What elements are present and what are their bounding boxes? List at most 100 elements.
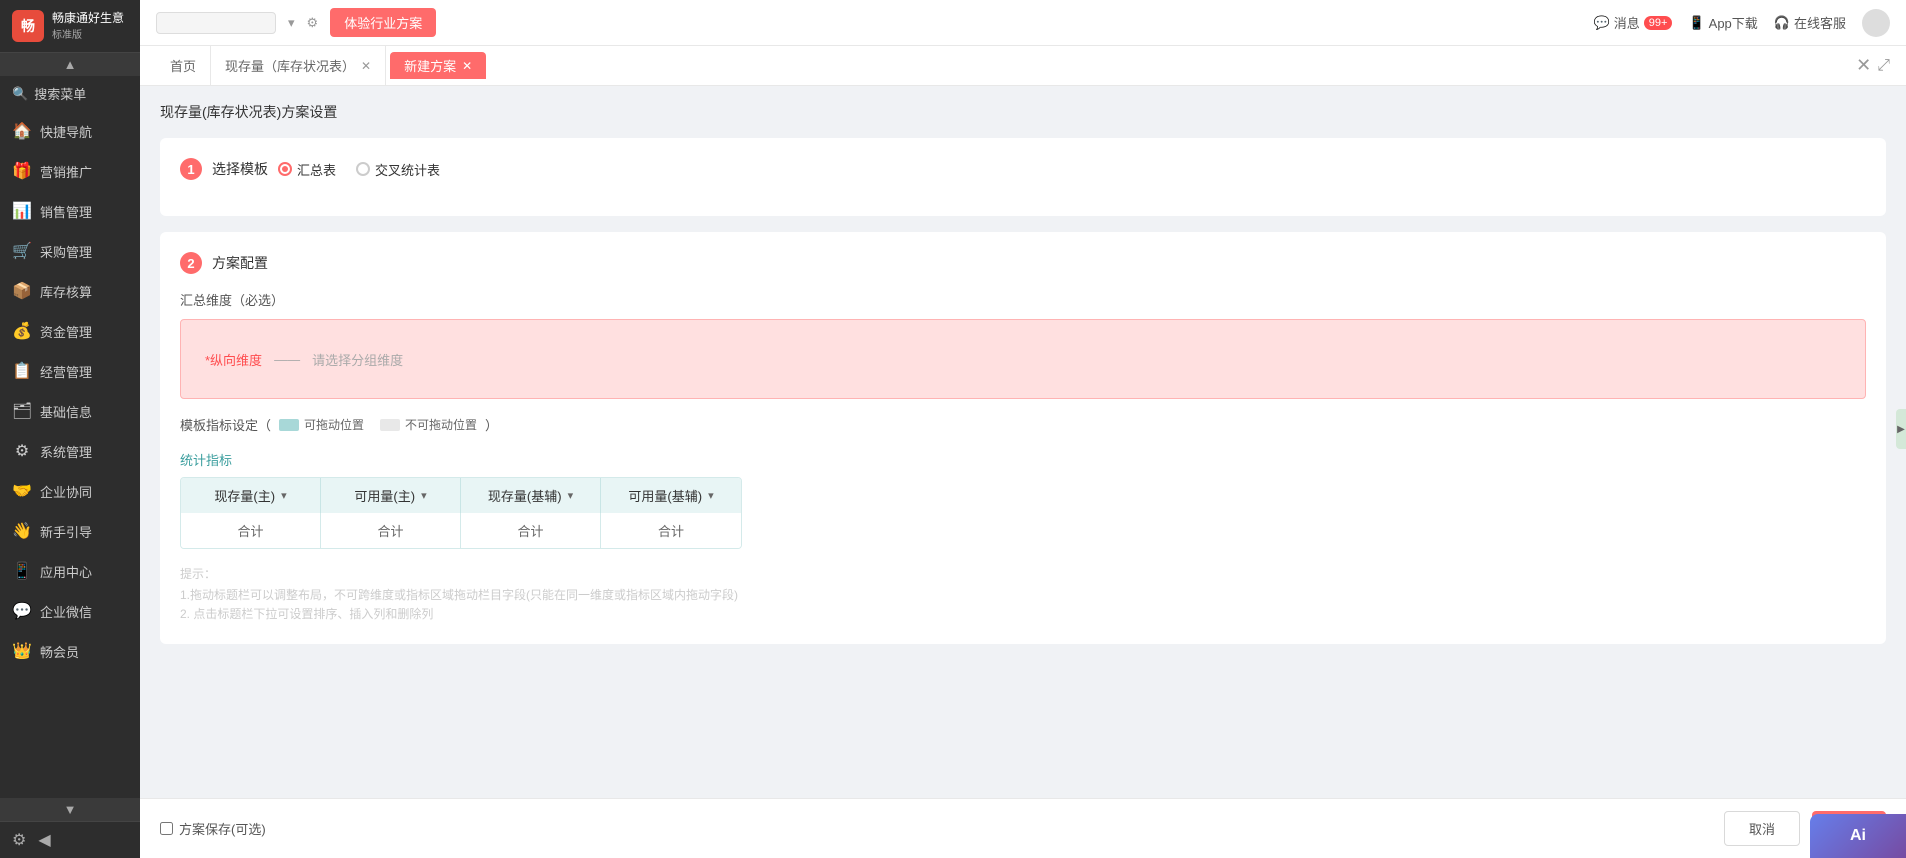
stats-table: 现存量(主) ▾ 可用量(主) ▾ 现存量(基辅) ▾ 可用量(基辅) xyxy=(180,477,742,549)
tab-inventory-status-close[interactable]: ✕ xyxy=(361,59,371,73)
tab-new-plan[interactable]: 新建方案 ✕ xyxy=(390,52,486,79)
sidebar-item-label: 营销推广 xyxy=(40,162,92,181)
sidebar-scroll-up[interactable]: ▲ xyxy=(0,53,140,76)
sidebar-item-inventory[interactable]: 📦 库存核算 xyxy=(0,271,140,311)
search-input[interactable] xyxy=(156,12,276,34)
step1-number: 1 xyxy=(180,158,202,180)
user-avatar[interactable] xyxy=(1862,9,1890,37)
radio-cross[interactable]: 交叉统计表 xyxy=(356,160,440,179)
sidebar-item-label: 库存核算 xyxy=(40,282,92,301)
collapse-right-icon: ▶ xyxy=(1897,424,1905,435)
stats-col1-header[interactable]: 现存量(主) ▾ xyxy=(181,478,321,513)
sidebar-footer: ⚙ ◀ xyxy=(0,821,140,858)
sidebar-item-newbie[interactable]: 👋 新手引导 xyxy=(0,511,140,551)
ai-button[interactable]: Ai xyxy=(1810,814,1906,858)
template-radio-group: 汇总表 交叉统计表 xyxy=(278,160,440,179)
indicator-label-suffix: ） xyxy=(485,415,498,434)
cancel-button[interactable]: 取消 xyxy=(1724,811,1800,846)
tab-inventory-status[interactable]: 现存量（库存状况表） ✕ xyxy=(211,46,386,86)
vertical-dimension-label: *纵向维度 xyxy=(205,350,262,369)
top-header: ▾ ⚙ 体验行业方案 💬 消息 99+ 📱 App下载 🎧 在线客服 xyxy=(140,0,1906,46)
stats-col2-header[interactable]: 可用量(主) ▾ xyxy=(321,478,461,513)
online-service-btn[interactable]: 🎧 在线客服 xyxy=(1774,13,1846,32)
stats-col4-summary: 合计 xyxy=(601,513,741,548)
newbie-icon: 👋 xyxy=(12,521,32,541)
radio-summary-dot xyxy=(278,162,292,176)
online-service-label: 在线客服 xyxy=(1794,13,1846,32)
finance-icon: 💰 xyxy=(12,321,32,341)
sidebar-item-label: 采购管理 xyxy=(40,242,92,261)
expand-panel-icon[interactable]: ⤢ xyxy=(1877,57,1890,75)
sidebar-scroll-down[interactable]: ▼ xyxy=(0,798,140,821)
app-download-label: App下载 xyxy=(1709,13,1758,32)
sidebar-item-vip[interactable]: 👑 畅会员 xyxy=(0,631,140,671)
sidebar-item-system[interactable]: ⚙ 系统管理 xyxy=(0,431,140,471)
legend-fixed: 不可拖动位置 xyxy=(380,416,477,433)
sales-icon: 📊 xyxy=(12,201,32,221)
sidebar-item-operation[interactable]: 📋 经营管理 xyxy=(0,351,140,391)
sidebar-logo: 畅 畅康通好生意 标准版 xyxy=(0,0,140,53)
stats-col4-header[interactable]: 可用量(基辅) ▾ xyxy=(601,478,741,513)
stats-col2-label: 可用量(主) xyxy=(354,486,415,505)
sidebar-item-wechat[interactable]: 💬 企业微信 xyxy=(0,591,140,631)
radio-summary-label: 汇总表 xyxy=(297,160,336,179)
dropdown-arrow-icon[interactable]: ▾ xyxy=(288,15,295,31)
save-option[interactable]: 方案保存(可选) xyxy=(160,819,266,838)
industry-solution-button[interactable]: 体验行业方案 xyxy=(330,8,436,37)
sidebar-item-label: 销售管理 xyxy=(40,202,92,221)
indicator-settings-label: 模板指标设定（ 可拖动位置 不可拖动位置 ） xyxy=(180,415,1866,434)
tips-box: 提示： 1.拖动标题栏可以调整布局，不可跨维度或指标区域拖动栏目字段(只能在同一… xyxy=(180,565,1866,622)
step2-section: 2 方案配置 汇总维度（必选） *纵向维度 —— 请选择分组维度 模板指标设定（ xyxy=(160,232,1886,644)
close-panel-icon[interactable]: ✕ xyxy=(1856,55,1871,76)
app-center-icon: 📱 xyxy=(12,561,32,581)
tips-item-1: 1.拖动标题栏可以调整布局，不可跨维度或指标区域拖动栏目字段(只能在同一维度或指… xyxy=(180,586,1866,603)
sidebar-item-label: 快捷导航 xyxy=(40,122,92,141)
page-title: 现存量(库存状况表)方案设置 xyxy=(160,102,1886,122)
legend-draggable: 可拖动位置 xyxy=(279,416,364,433)
settings-header-icon[interactable]: ⚙ xyxy=(307,15,319,31)
legend-fixed-label: 不可拖动位置 xyxy=(405,416,477,433)
app-download-btn[interactable]: 📱 App下载 xyxy=(1688,13,1757,32)
collapse-sidebar-icon[interactable]: ◀ xyxy=(38,830,50,850)
header-left: ▾ ⚙ 体验行业方案 xyxy=(156,8,436,37)
stats-title: 统计指标 xyxy=(180,450,1866,469)
col3-chevron-icon: ▾ xyxy=(568,489,574,502)
tips-title: 提示： xyxy=(180,565,1866,582)
sidebar-item-sales[interactable]: 📊 销售管理 xyxy=(0,191,140,231)
sidebar-item-marketing[interactable]: 🎁 营销推广 xyxy=(0,151,140,191)
col2-chevron-icon: ▾ xyxy=(421,489,427,502)
app-name: 畅康通好生意 xyxy=(52,11,124,27)
sidebar-search[interactable]: 🔍 搜索菜单 xyxy=(0,76,140,111)
step2-number: 2 xyxy=(180,252,202,274)
sidebar-item-finance[interactable]: 💰 资金管理 xyxy=(0,311,140,351)
stats-col3-summary: 合计 xyxy=(461,513,601,548)
message-badge: 99+ xyxy=(1644,16,1673,30)
tab-inventory-status-label: 现存量（库存状况表） xyxy=(225,56,355,75)
save-checkbox[interactable] xyxy=(160,822,173,835)
right-edge-collapse[interactable]: ▶ xyxy=(1896,409,1906,449)
sidebar-item-cooperation[interactable]: 🤝 企业协同 xyxy=(0,471,140,511)
basic-info-icon: 🗂 xyxy=(12,401,32,421)
operation-icon: 📋 xyxy=(12,361,32,381)
step2-header: 2 方案配置 xyxy=(180,252,1866,274)
tab-new-plan-close[interactable]: ✕ xyxy=(462,59,472,73)
step1-section: 1 选择模板 汇总表 交叉统计表 xyxy=(160,138,1886,216)
settings-icon[interactable]: ⚙ xyxy=(12,830,26,850)
sidebar-item-app-center[interactable]: 📱 应用中心 xyxy=(0,551,140,591)
sidebar-item-basic-info[interactable]: 🗂 基础信息 xyxy=(0,391,140,431)
step2-label: 方案配置 xyxy=(212,253,268,273)
sidebar-item-label: 经营管理 xyxy=(40,362,92,381)
message-btn[interactable]: 💬 消息 99+ xyxy=(1594,13,1673,32)
stats-col3-label: 现存量(基辅) xyxy=(488,486,562,505)
purchase-icon: 🛒 xyxy=(12,241,32,261)
message-icon: 💬 xyxy=(1594,15,1610,31)
tab-home[interactable]: 首页 xyxy=(156,46,211,86)
stats-col3-header[interactable]: 现存量(基辅) ▾ xyxy=(461,478,601,513)
radio-summary[interactable]: 汇总表 xyxy=(278,160,336,179)
stats-col1-summary: 合计 xyxy=(181,513,321,548)
stats-col4-label: 可用量(基辅) xyxy=(628,486,702,505)
sidebar-item-purchase[interactable]: 🛒 采购管理 xyxy=(0,231,140,271)
indicator-legend: 可拖动位置 不可拖动位置 xyxy=(279,416,477,433)
dimension-box[interactable]: *纵向维度 —— 请选择分组维度 xyxy=(180,319,1866,399)
sidebar-item-quick-nav[interactable]: 🏠 快捷导航 xyxy=(0,111,140,151)
